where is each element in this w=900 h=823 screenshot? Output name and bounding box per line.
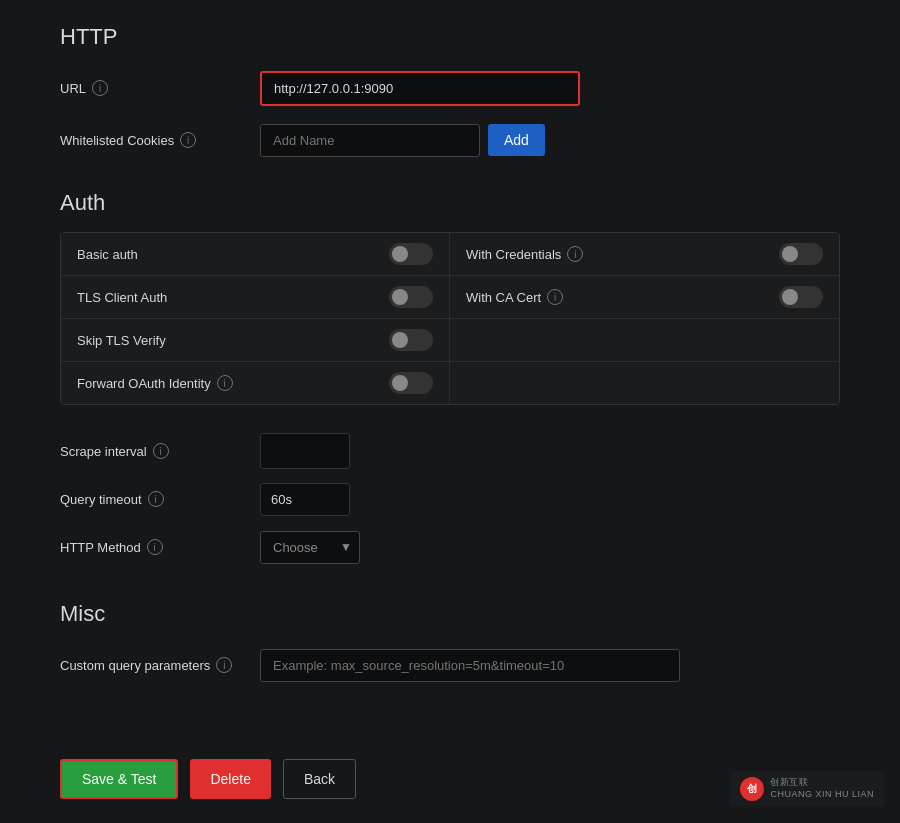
- misc-section: Misc Custom query parameters i: [60, 601, 840, 687]
- skip-tls-toggle[interactable]: [389, 329, 433, 351]
- bottom-buttons: Save & Test Delete Back: [60, 759, 356, 799]
- scrape-interval-label: Scrape interval i: [60, 443, 260, 459]
- forward-oauth-cell: Forward OAuth Identity i: [61, 362, 450, 404]
- scrape-interval-row: Scrape interval i: [60, 429, 840, 473]
- forward-oauth-label: Forward OAuth Identity i: [77, 375, 233, 391]
- add-button[interactable]: Add: [488, 124, 545, 156]
- query-timeout-input[interactable]: [260, 483, 350, 516]
- skip-tls-label: Skip TLS Verify: [77, 333, 166, 348]
- cookies-row: Whitelisted Cookies i Add: [60, 118, 840, 162]
- http-method-label: HTTP Method i: [60, 539, 260, 555]
- forward-oauth-toggle[interactable]: [389, 372, 433, 394]
- url-row: URL i: [60, 66, 840, 110]
- interval-section: Scrape interval i Query timeout i HTTP M…: [60, 429, 840, 569]
- custom-query-row: Custom query parameters i: [60, 643, 840, 687]
- basic-auth-toggle[interactable]: [389, 243, 433, 265]
- with-credentials-toggle[interactable]: [779, 243, 823, 265]
- url-input[interactable]: [260, 71, 580, 106]
- watermark-icon: 创: [740, 777, 764, 801]
- tls-client-auth-label: TLS Client Auth: [77, 290, 167, 305]
- delete-button[interactable]: Delete: [190, 759, 270, 799]
- scrape-interval-input[interactable]: [260, 433, 350, 469]
- query-timeout-row: Query timeout i: [60, 477, 840, 521]
- url-label: URL i: [60, 80, 260, 96]
- cookies-label: Whitelisted Cookies i: [60, 132, 260, 148]
- with-ca-cert-label: With CA Cert i: [466, 289, 563, 305]
- scrape-interval-info-icon[interactable]: i: [153, 443, 169, 459]
- auth-grid: Basic auth With Credentials i TLS Client…: [60, 232, 840, 405]
- cookies-info-icon[interactable]: i: [180, 132, 196, 148]
- with-credentials-label: With Credentials i: [466, 246, 583, 262]
- custom-query-info-icon[interactable]: i: [216, 657, 232, 673]
- query-timeout-label: Query timeout i: [60, 491, 260, 507]
- cookies-input[interactable]: [260, 124, 480, 157]
- with-ca-cert-toggle[interactable]: [779, 286, 823, 308]
- http-section-title: HTTP: [60, 24, 840, 50]
- with-ca-cert-info-icon[interactable]: i: [547, 289, 563, 305]
- skip-tls-cell: Skip TLS Verify: [61, 319, 450, 362]
- tls-client-auth-cell: TLS Client Auth: [61, 276, 450, 319]
- http-method-dropdown-wrapper: Choose GET POST ▼: [260, 531, 360, 564]
- http-method-select[interactable]: Choose GET POST: [260, 531, 360, 564]
- save-test-button[interactable]: Save & Test: [60, 759, 178, 799]
- misc-section-title: Misc: [60, 601, 840, 627]
- watermark: 创 创新互联 CHUANG XIN HU LIAN: [730, 771, 884, 807]
- with-ca-cert-cell: With CA Cert i: [450, 276, 839, 319]
- query-timeout-info-icon[interactable]: i: [148, 491, 164, 507]
- url-info-icon[interactable]: i: [92, 80, 108, 96]
- http-method-info-icon[interactable]: i: [147, 539, 163, 555]
- basic-auth-cell: Basic auth: [61, 233, 450, 276]
- tls-client-auth-toggle[interactable]: [389, 286, 433, 308]
- auth-empty-cell2: [450, 362, 839, 404]
- custom-query-label: Custom query parameters i: [60, 657, 260, 673]
- auth-section-title: Auth: [60, 190, 840, 216]
- watermark-text: 创新互联 CHUANG XIN HU LIAN: [770, 777, 874, 800]
- forward-oauth-info-icon[interactable]: i: [217, 375, 233, 391]
- with-credentials-info-icon[interactable]: i: [567, 246, 583, 262]
- with-credentials-cell: With Credentials i: [450, 233, 839, 276]
- back-button[interactable]: Back: [283, 759, 356, 799]
- basic-auth-label: Basic auth: [77, 247, 138, 262]
- auth-empty-cell: [450, 319, 839, 362]
- custom-query-input[interactable]: [260, 649, 680, 682]
- http-method-row: HTTP Method i Choose GET POST ▼: [60, 525, 840, 569]
